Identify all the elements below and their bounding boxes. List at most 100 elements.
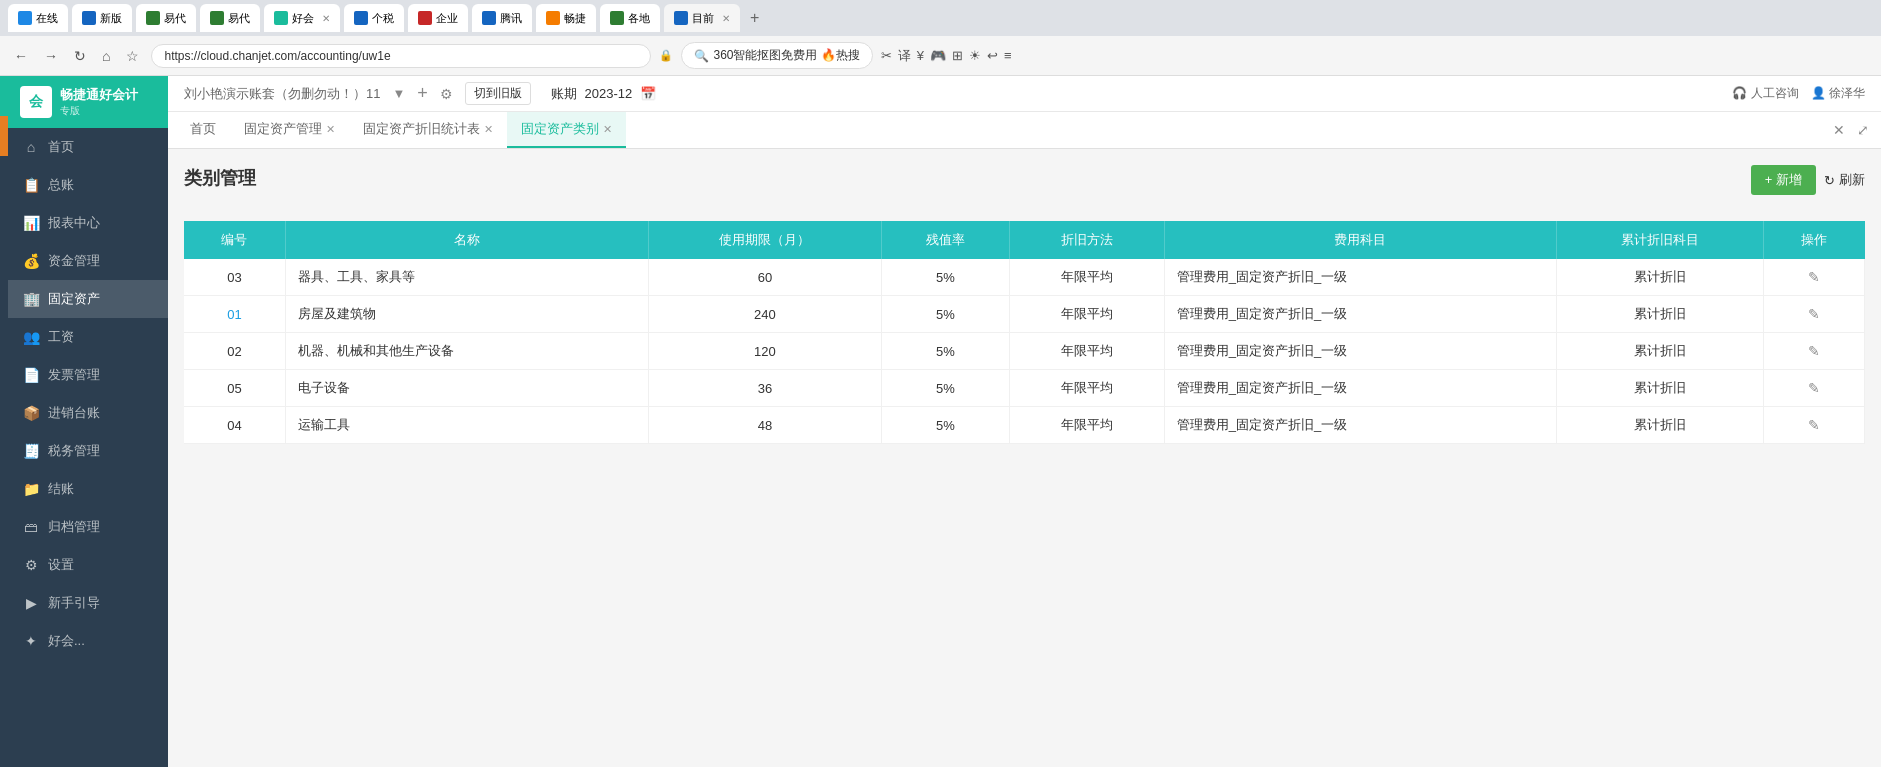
cell-action-4[interactable]: ✎: [1763, 407, 1864, 444]
edit-button-2[interactable]: ✎: [1808, 343, 1820, 359]
tab-label-home: 首页: [190, 120, 216, 138]
sidebar-label-fixed-assets: 固定资产: [48, 290, 100, 308]
tab-xinban[interactable]: 新版: [72, 4, 132, 32]
sidebar-item-settlement[interactable]: 📁 结账: [8, 470, 168, 508]
fixed-assets-icon: 🏢: [22, 290, 40, 308]
sidebar-item-payroll[interactable]: 👥 工资: [8, 318, 168, 356]
sidebar-item-settings[interactable]: ⚙ 设置: [8, 546, 168, 584]
tab-close-depreciation[interactable]: ✕: [484, 123, 493, 136]
tab-gedi[interactable]: 各地: [600, 4, 660, 32]
refresh-button[interactable]: ↻ 刷新: [1824, 171, 1865, 189]
top-bar: 刘小艳演示账套（勿删勿动！）11 ▼ + ⚙ 切到旧版 账期 2023-12 📅…: [168, 76, 1881, 112]
sidebar-item-home[interactable]: ⌂ 首页: [8, 128, 168, 166]
sidebar-item-guide[interactable]: ▶ 新手引导: [8, 584, 168, 622]
tab-close-haohui[interactable]: ✕: [322, 13, 330, 24]
maximize-tab-button[interactable]: ⤢: [1853, 118, 1873, 142]
sidebar-label-tax: 税务管理: [48, 442, 100, 460]
table-header: 编号 名称 使用期限（月） 残值率 折旧方法 费用科目 累计折旧科目 操作: [184, 221, 1865, 259]
tab-close-category[interactable]: ✕: [603, 123, 612, 136]
tab-category[interactable]: 固定资产类别 ✕: [507, 112, 626, 148]
sidebar-label-home: 首页: [48, 138, 74, 156]
tab-muqian[interactable]: 目前 ✕: [664, 4, 740, 32]
forward-button[interactable]: →: [40, 44, 62, 68]
secure-icon: 🔒: [659, 49, 673, 62]
grid-icon[interactable]: ⊞: [952, 48, 963, 63]
undo-icon[interactable]: ↩: [987, 48, 998, 63]
sidebar-label-settlement: 结账: [48, 480, 74, 498]
bookmark-button[interactable]: ☆: [122, 44, 143, 68]
tab-zaixian[interactable]: 在线: [8, 4, 68, 32]
cell-name-4: 运输工具: [285, 407, 648, 444]
reload-button[interactable]: ↻: [70, 44, 90, 68]
edit-button-3[interactable]: ✎: [1808, 380, 1820, 396]
sidebar-item-tax[interactable]: 🧾 税务管理: [8, 432, 168, 470]
calendar-icon[interactable]: 📅: [640, 86, 656, 101]
cell-accumulated-2: 累计折旧: [1556, 333, 1763, 370]
tab-yidai2[interactable]: 易代: [200, 4, 260, 32]
tab-fixed-mgmt[interactable]: 固定资产管理 ✕: [230, 112, 349, 148]
sidebar-item-funds[interactable]: 💰 资金管理: [8, 242, 168, 280]
search-icon: 🔍: [694, 49, 709, 63]
add-button[interactable]: + 新增: [1751, 165, 1816, 195]
sidebar-item-invoices[interactable]: 📄 发票管理: [8, 356, 168, 394]
menu-icon[interactable]: ≡: [1004, 48, 1012, 63]
invoices-icon: 📄: [22, 366, 40, 384]
add-account-button[interactable]: +: [417, 83, 428, 104]
cell-action-2[interactable]: ✎: [1763, 333, 1864, 370]
sun-icon[interactable]: ☀: [969, 48, 981, 63]
app-edition: 专版: [60, 104, 138, 117]
cell-code-1[interactable]: 01: [184, 296, 285, 333]
edit-button-4[interactable]: ✎: [1808, 417, 1820, 433]
help-link[interactable]: 🎧 人工咨询: [1732, 85, 1798, 102]
tab-tengxun[interactable]: 腾讯: [472, 4, 532, 32]
cut-icon[interactable]: ✂: [881, 48, 892, 63]
col-months: 使用期限（月）: [649, 221, 882, 259]
switch-version-button[interactable]: 切到旧版: [465, 82, 531, 105]
close-tab-button[interactable]: ✕: [1829, 118, 1849, 142]
sidebar-item-more[interactable]: ✦ 好会...: [8, 622, 168, 660]
address-input[interactable]: https://cloud.chanjet.com/accounting/uw1…: [151, 44, 651, 68]
sidebar-item-ledger[interactable]: 📋 总账: [8, 166, 168, 204]
sidebar-label-funds: 资金管理: [48, 252, 100, 270]
more-icon: ✦: [22, 632, 40, 650]
cell-accumulated-1: 累计折旧: [1556, 296, 1763, 333]
tab-haohui[interactable]: 好会 ✕: [264, 4, 340, 32]
new-tab-button[interactable]: +: [744, 7, 765, 29]
back-button[interactable]: ←: [10, 44, 32, 68]
edit-button-1[interactable]: ✎: [1808, 306, 1820, 322]
tab-geshu[interactable]: 个税: [344, 4, 404, 32]
headset-icon: 🎧: [1732, 86, 1747, 100]
sidebar-item-fixed-assets[interactable]: 🏢 固定资产: [8, 280, 168, 318]
tab-close-fixed-mgmt[interactable]: ✕: [326, 123, 335, 136]
cell-action-0[interactable]: ✎: [1763, 259, 1864, 296]
dropdown-arrow-icon[interactable]: ▼: [392, 86, 405, 101]
edit-button-0[interactable]: ✎: [1808, 269, 1820, 285]
tab-changjie[interactable]: 畅捷: [536, 4, 596, 32]
translate-icon[interactable]: 译: [898, 47, 911, 65]
coin-icon[interactable]: ¥: [917, 48, 924, 63]
tab-label-geshu: 个税: [372, 11, 394, 26]
tab-icon-yidai1: [146, 11, 160, 25]
search-box[interactable]: 🔍 360智能抠图免费用 🔥热搜: [681, 42, 872, 69]
home-button[interactable]: ⌂: [98, 44, 114, 68]
tax-icon: 🧾: [22, 442, 40, 460]
sidebar-item-archive[interactable]: 🗃 归档管理: [8, 508, 168, 546]
sidebar-label-guide: 新手引导: [48, 594, 100, 612]
search-placeholder: 360智能抠图免费用 🔥热搜: [713, 47, 859, 64]
cell-action-1[interactable]: ✎: [1763, 296, 1864, 333]
tab-home[interactable]: 首页: [176, 112, 230, 148]
tab-close-muqian[interactable]: ✕: [722, 13, 730, 24]
col-accumulated: 累计折旧科目: [1556, 221, 1763, 259]
tab-qiye[interactable]: 企业: [408, 4, 468, 32]
tab-yidai1[interactable]: 易代: [136, 4, 196, 32]
sidebar-item-stock[interactable]: 📦 进销台账: [8, 394, 168, 432]
user-profile[interactable]: 👤 徐泽华: [1811, 85, 1865, 102]
game-icon[interactable]: 🎮: [930, 48, 946, 63]
cell-action-3[interactable]: ✎: [1763, 370, 1864, 407]
tab-depreciation[interactable]: 固定资产折旧统计表 ✕: [349, 112, 507, 148]
cell-method-3: 年限平均: [1010, 370, 1165, 407]
refresh-label: 刷新: [1839, 171, 1865, 189]
content-toolbar: + 新增 ↻ 刷新: [1751, 165, 1865, 195]
sidebar-item-reports[interactable]: 📊 报表中心: [8, 204, 168, 242]
settings-gear-button[interactable]: ⚙: [440, 86, 453, 102]
